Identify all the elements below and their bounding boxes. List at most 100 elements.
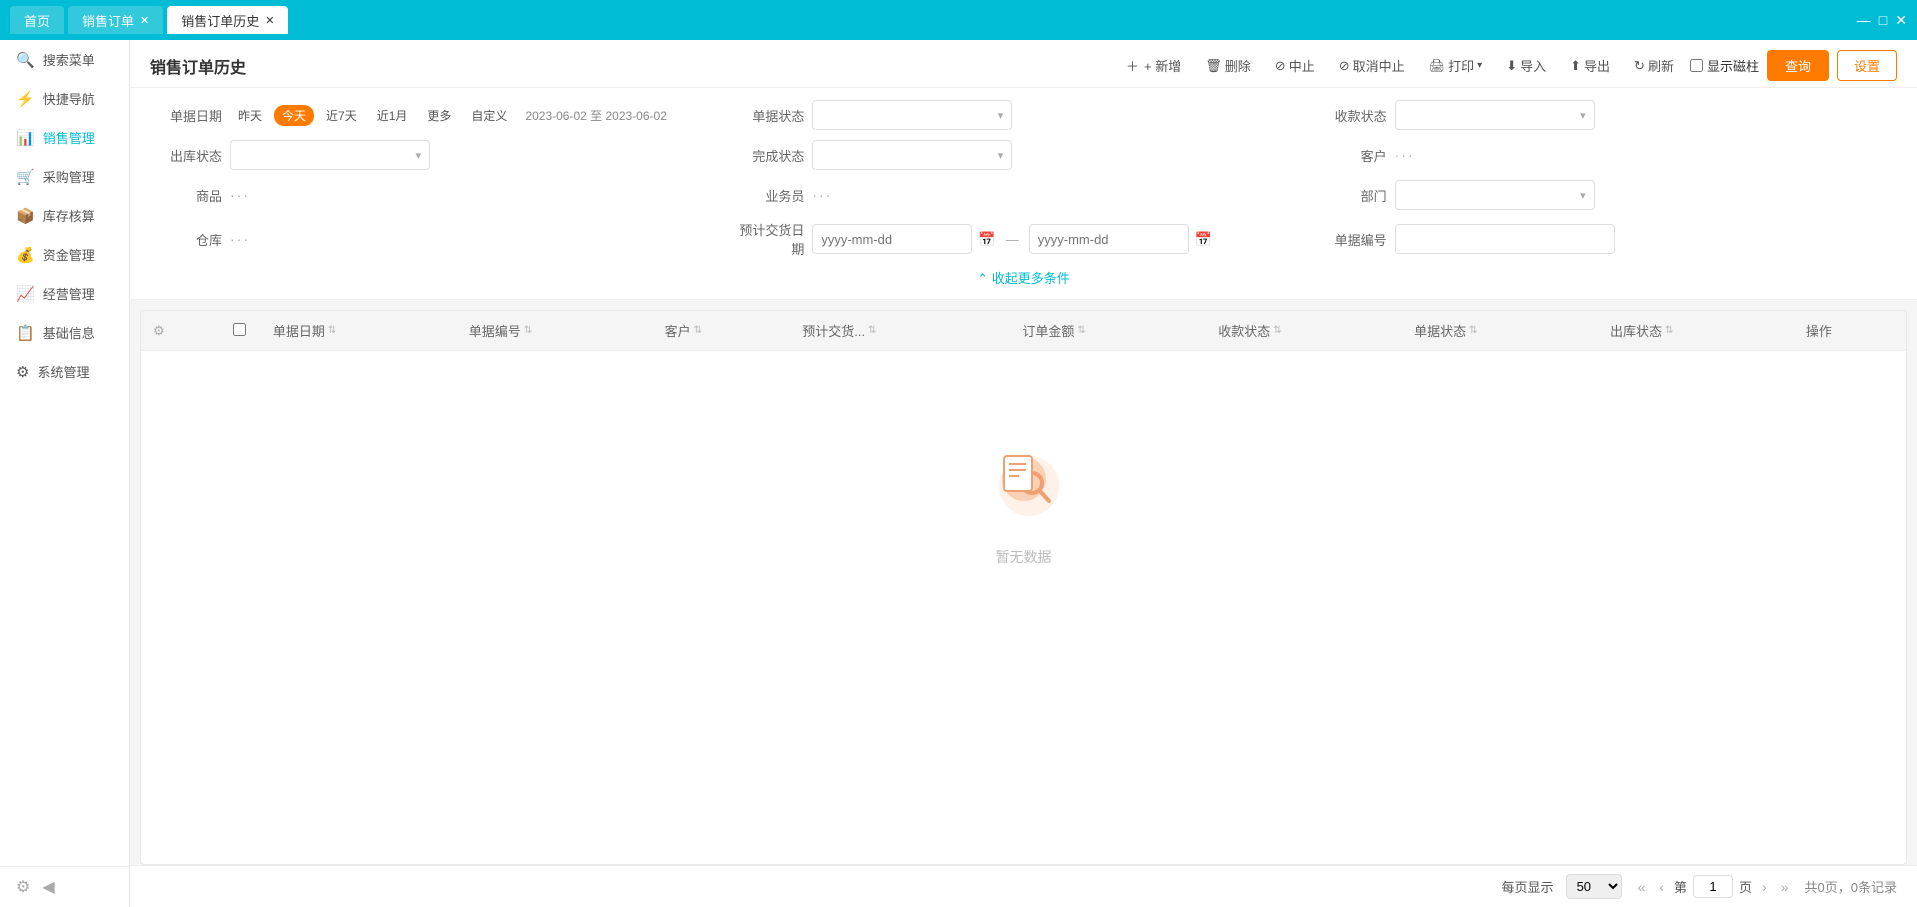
customer-control: ··· bbox=[1395, 147, 1897, 163]
goods-label: 商品 bbox=[150, 186, 230, 205]
refresh-button[interactable]: ↻ 刷新 bbox=[1626, 52, 1682, 79]
out-stock-label: 出库状态 bbox=[150, 146, 230, 165]
export-button[interactable]: ⬆ 导出 bbox=[1562, 52, 1618, 79]
first-page-button[interactable]: « bbox=[1634, 877, 1650, 897]
new-button[interactable]: ＋ + 新增 bbox=[1118, 52, 1189, 79]
warehouse-select-btn[interactable]: ··· bbox=[230, 231, 250, 247]
sidebar-item-purchase[interactable]: 🛒 采购管理 bbox=[0, 157, 129, 196]
salesperson-select-btn[interactable]: ··· bbox=[812, 187, 832, 203]
shortcuts-icon: ⚡ bbox=[16, 90, 35, 108]
main-layout: 🔍 搜索菜单 ⚡ 快捷导航 📊 销售管理 🛒 采购管理 📦 库存核算 💰 资金管… bbox=[0, 40, 1917, 907]
query-button[interactable]: 查询 bbox=[1767, 50, 1829, 81]
prev-page-button[interactable]: ‹ bbox=[1655, 877, 1668, 897]
import-icon: ⬇ bbox=[1506, 58, 1517, 74]
sidebar-item-inventory-label: 库存核算 bbox=[43, 206, 95, 225]
date-btn-1month[interactable]: 近1月 bbox=[369, 105, 416, 126]
display-columns-input[interactable] bbox=[1690, 59, 1703, 72]
delivery-date-from-input[interactable] bbox=[812, 224, 972, 254]
tab-sales-order-history[interactable]: 销售订单历史 ✕ bbox=[167, 6, 288, 34]
sort-delivery-icon: ⇅ bbox=[868, 325, 876, 336]
page-prefix-label: 第 bbox=[1674, 877, 1687, 896]
display-columns-label: 显示磁柱 bbox=[1707, 56, 1759, 75]
customer-select-btn[interactable]: ··· bbox=[1395, 147, 1415, 163]
total-info: 共0页，0条记录 bbox=[1805, 877, 1897, 896]
tab-sales-order-close[interactable]: ✕ bbox=[140, 14, 149, 27]
sidebar-item-shortcuts[interactable]: ⚡ 快捷导航 bbox=[0, 79, 129, 118]
th-pay-status[interactable]: 收款状态 ⇅ bbox=[1206, 311, 1402, 351]
tab-sales-order[interactable]: 销售订单 ✕ bbox=[68, 6, 163, 34]
complete-status-control: ▾ bbox=[812, 140, 1314, 170]
th-out-status[interactable]: 出库状态 ⇅ bbox=[1598, 311, 1794, 351]
sidebar-item-system[interactable]: ⚙ 系统管理 bbox=[0, 352, 129, 391]
order-status-select[interactable]: ▾ bbox=[812, 100, 1012, 130]
sort-number-icon: ⇅ bbox=[524, 325, 532, 336]
cancel-stop-button[interactable]: ⊘ 取消中止 bbox=[1331, 52, 1413, 79]
sidebar-item-shortcuts-label: 快捷导航 bbox=[43, 89, 95, 108]
date-btn-7days[interactable]: 近7天 bbox=[318, 105, 365, 126]
empty-state: 暂无数据 bbox=[141, 351, 1906, 647]
filter-row-3: 商品 ··· 业务员 ··· 部门 ▾ bbox=[150, 180, 1897, 210]
calendar-from-icon[interactable]: 📅 bbox=[978, 231, 995, 248]
sort-customer-icon: ⇅ bbox=[694, 325, 702, 336]
sidebar-item-operations[interactable]: 📈 经营管理 bbox=[0, 274, 129, 313]
complete-status-select[interactable]: ▾ bbox=[812, 140, 1012, 170]
date-btn-today[interactable]: 今天 bbox=[274, 105, 314, 126]
sort-pay-status-icon: ⇅ bbox=[1273, 325, 1281, 336]
department-control: ▾ bbox=[1395, 180, 1897, 210]
table-area: ⚙ 单据日期 ⇅ 单据编号 ⇅ bbox=[140, 310, 1907, 865]
calendar-to-icon[interactable]: 📅 bbox=[1195, 231, 1212, 248]
pay-status-select[interactable]: ▾ bbox=[1395, 100, 1595, 130]
sidebar-collapse-icon[interactable]: ◀ bbox=[42, 877, 54, 897]
order-status-label: 单据状态 bbox=[732, 106, 812, 125]
delivery-date-to-input[interactable] bbox=[1029, 224, 1189, 254]
th-amount[interactable]: 订单金额 ⇅ bbox=[1010, 311, 1206, 351]
customer-label: 客户 bbox=[1315, 146, 1395, 165]
filter-area: 单据日期 昨天 今天 近7天 近1月 更多 自定义 2023-06-02 至 2… bbox=[130, 88, 1917, 300]
maximize-icon[interactable]: □ bbox=[1879, 12, 1887, 28]
page-title: 销售订单历史 bbox=[150, 54, 246, 78]
complete-status-chevron: ▾ bbox=[998, 149, 1004, 162]
display-columns-checkbox[interactable]: 显示磁柱 bbox=[1690, 56, 1759, 75]
date-label: 单据日期 bbox=[150, 106, 230, 125]
th-number[interactable]: 单据编号 ⇅ bbox=[457, 311, 653, 351]
last-page-button[interactable]: » bbox=[1777, 877, 1793, 897]
collapse-row[interactable]: ⌃ 收起更多条件 bbox=[150, 268, 1897, 287]
out-stock-select[interactable]: ▾ bbox=[230, 140, 430, 170]
th-checkbox[interactable] bbox=[221, 311, 261, 351]
date-btn-yesterday[interactable]: 昨天 bbox=[230, 105, 270, 126]
stop-button[interactable]: ⊘ 中止 bbox=[1267, 52, 1323, 79]
import-button[interactable]: ⬇ 导入 bbox=[1498, 52, 1554, 79]
per-page-select[interactable]: 50 100 200 bbox=[1566, 874, 1622, 899]
sidebar-item-basics[interactable]: 📋 基础信息 bbox=[0, 313, 129, 352]
next-page-button[interactable]: › bbox=[1758, 877, 1771, 897]
th-date[interactable]: 单据日期 ⇅ bbox=[261, 311, 457, 351]
th-customer[interactable]: 客户 ⇅ bbox=[653, 311, 791, 351]
tab-home[interactable]: 首页 bbox=[10, 6, 64, 34]
th-actions: 操作 bbox=[1794, 311, 1906, 351]
warehouse-control: ··· bbox=[230, 231, 732, 247]
settings-button[interactable]: 设置 bbox=[1837, 50, 1897, 81]
th-delivery[interactable]: 预计交货... ⇅ bbox=[790, 311, 1010, 351]
print-button[interactable]: 🖨 打印 ▾ bbox=[1421, 52, 1491, 79]
date-btn-custom[interactable]: 自定义 bbox=[463, 105, 515, 126]
sidebar-item-sales[interactable]: 📊 销售管理 bbox=[0, 118, 129, 157]
finance-icon: 💰 bbox=[16, 246, 35, 264]
empty-illustration bbox=[974, 431, 1074, 531]
pay-status-control: ▾ bbox=[1395, 100, 1897, 130]
delete-button[interactable]: 🗑 删除 bbox=[1197, 52, 1259, 79]
th-order-status[interactable]: 单据状态 ⇅ bbox=[1402, 311, 1598, 351]
goods-select-btn[interactable]: ··· bbox=[230, 187, 250, 203]
minimize-icon[interactable]: — bbox=[1857, 12, 1871, 28]
sidebar-item-finance[interactable]: 💰 资金管理 bbox=[0, 235, 129, 274]
sidebar-settings-icon[interactable]: ⚙ bbox=[16, 877, 30, 897]
sidebar-item-inventory[interactable]: 📦 库存核算 bbox=[0, 196, 129, 235]
select-all-checkbox[interactable] bbox=[233, 323, 246, 336]
close-icon[interactable]: ✕ bbox=[1895, 12, 1907, 29]
order-number-input[interactable] bbox=[1395, 224, 1615, 254]
tab-sales-order-history-close[interactable]: ✕ bbox=[265, 14, 274, 27]
page-number-input[interactable] bbox=[1693, 875, 1733, 898]
sidebar-item-search[interactable]: 🔍 搜索菜单 bbox=[0, 40, 129, 79]
department-select[interactable]: ▾ bbox=[1395, 180, 1595, 210]
date-btn-more[interactable]: 更多 bbox=[419, 105, 459, 126]
th-settings[interactable]: ⚙ bbox=[141, 311, 221, 351]
